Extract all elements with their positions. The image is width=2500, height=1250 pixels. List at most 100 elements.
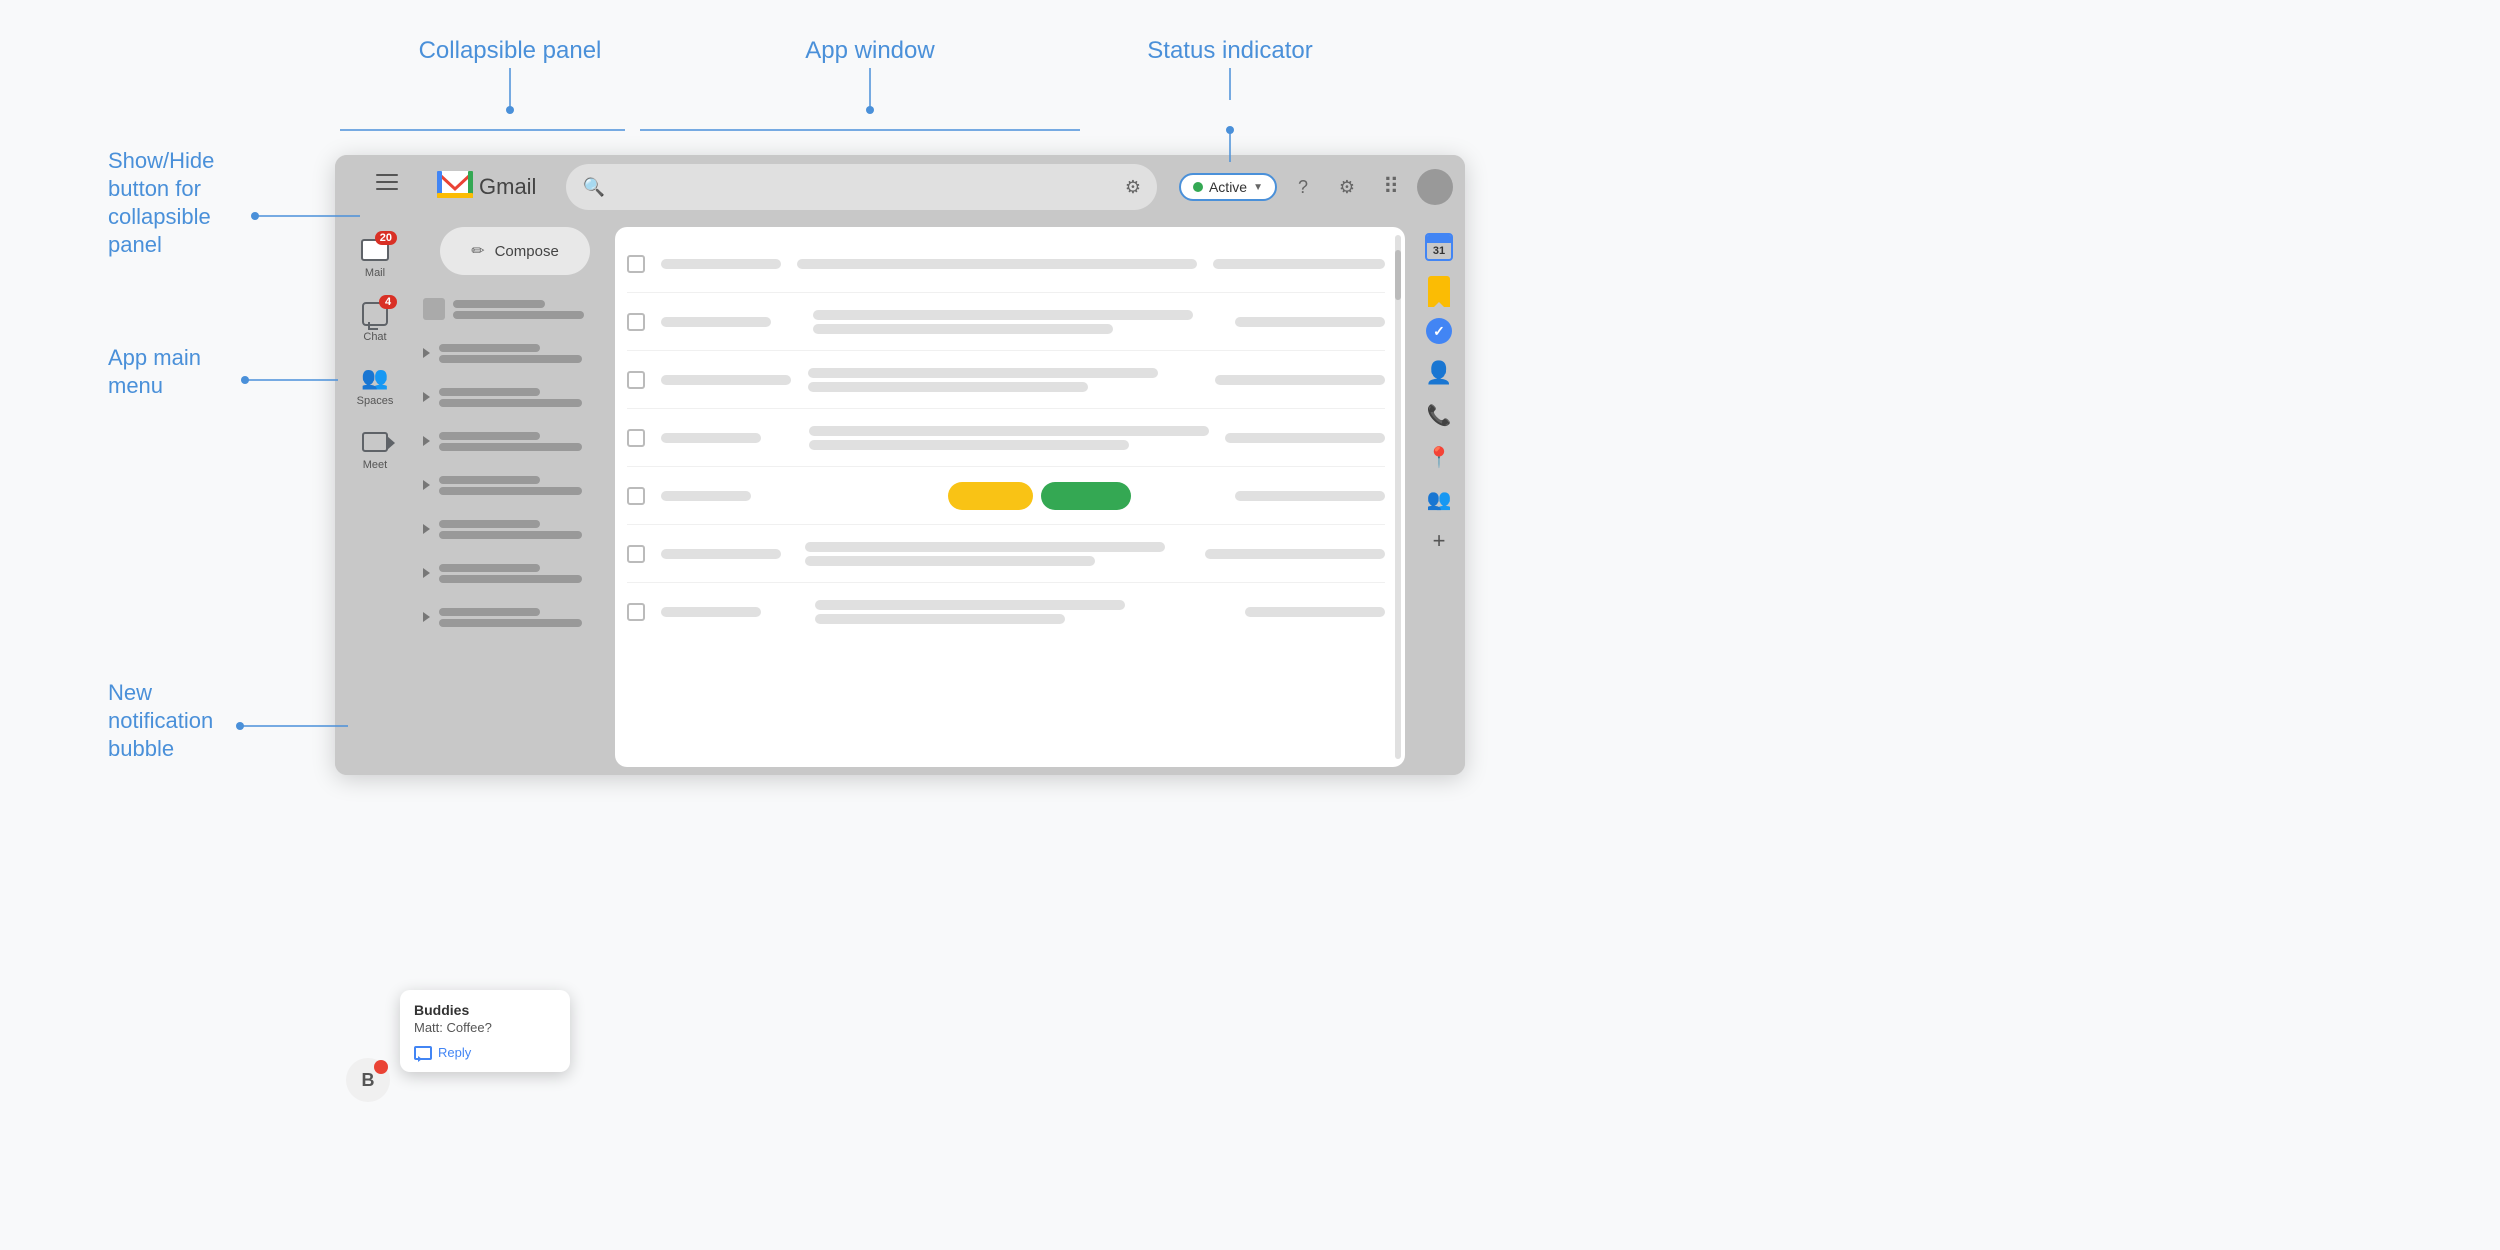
sidebar-keep-button[interactable] [1421, 271, 1457, 307]
email-row-7[interactable] [415, 551, 615, 595]
search-input[interactable] [613, 164, 1117, 210]
content-line [661, 491, 751, 501]
email-row-8[interactable] [415, 595, 615, 639]
email-row-1[interactable] [415, 287, 615, 331]
apps-button[interactable]: ⠿ [1373, 169, 1409, 205]
notification-red-dot [374, 1060, 388, 1074]
header-right: Active ▼ ? ⚙ ⠿ [1179, 169, 1453, 205]
nav-item-spaces[interactable]: 👥 Spaces [340, 355, 410, 415]
email-row-3[interactable] [415, 375, 615, 419]
app-main-menu: 20 Mail 4 Chat 👥 Spaces [335, 219, 415, 775]
search-bar[interactable]: 🔍 ⚙ [566, 164, 1157, 210]
app-window [615, 227, 1405, 767]
svg-text:button for: button for [108, 176, 201, 201]
row-line [453, 300, 545, 308]
row-line [439, 443, 582, 451]
checkbox[interactable] [627, 313, 645, 331]
compose-pencil-icon: ✏ [471, 241, 484, 261]
top-bar: Gmail 🔍 ⚙ Active ▼ ? ⚙ ⠿ [335, 155, 1465, 219]
email-row-4[interactable] [415, 419, 615, 463]
content-row-7[interactable] [627, 583, 1385, 641]
scrollbar-track[interactable] [1395, 235, 1401, 759]
content-row-2[interactable] [627, 293, 1385, 351]
sidebar-maps-button[interactable]: 📍 [1421, 439, 1457, 475]
row-lines [439, 432, 607, 451]
help-button[interactable]: ? [1285, 169, 1321, 205]
meet-phone-icon: 📞 [1427, 403, 1452, 428]
sidebar-add-button[interactable]: + [1421, 523, 1457, 559]
row-lines [439, 564, 607, 583]
reply-icon [414, 1046, 432, 1060]
email-row-2[interactable] [415, 331, 615, 375]
row-chevron-icon [423, 568, 431, 578]
checkbox[interactable] [627, 255, 645, 273]
row-line [439, 608, 540, 616]
svg-text:menu: menu [108, 373, 163, 398]
settings-button[interactable]: ⚙ [1329, 169, 1365, 205]
status-chevron: ▼ [1253, 182, 1263, 193]
content-lines [661, 259, 781, 269]
content-line [1245, 607, 1385, 617]
sidebar-calendar-button[interactable]: 31 [1421, 229, 1457, 265]
row-chevron-icon [423, 348, 431, 358]
nav-item-meet[interactable]: Meet [340, 419, 410, 479]
keep-icon [1428, 276, 1450, 302]
email-row-5[interactable] [415, 463, 615, 507]
content-line [805, 542, 1165, 552]
notification-bubble[interactable]: B [346, 1058, 390, 1102]
compose-button[interactable]: ✏ Compose [440, 227, 590, 275]
status-label: Active [1209, 179, 1247, 195]
sidebar-people-plus-button[interactable]: 👥 [1421, 481, 1457, 517]
content-row-1[interactable] [627, 235, 1385, 293]
content-line [1213, 259, 1385, 269]
content-line [1205, 549, 1385, 559]
checkbox[interactable] [627, 371, 645, 389]
nav-item-mail[interactable]: 20 Mail [340, 227, 410, 287]
row-lines [439, 344, 607, 363]
sidebar-meet-button[interactable]: 📞 [1421, 397, 1457, 433]
checkbox[interactable] [627, 545, 645, 563]
content-line [661, 317, 771, 327]
row-chevron-icon [423, 612, 431, 622]
email-row-6[interactable] [415, 507, 615, 551]
row-lines [439, 608, 607, 627]
content-line [1215, 375, 1385, 385]
row-line [439, 619, 582, 627]
content-lines [661, 549, 789, 559]
gmail-body: 20 Mail 4 Chat 👥 Spaces [335, 219, 1465, 775]
reply-label: Reply [438, 1045, 471, 1060]
checkbox[interactable] [627, 487, 645, 505]
content-row-3[interactable] [627, 351, 1385, 409]
row-line [439, 520, 540, 528]
svg-text:Collapsible panel: Collapsible panel [419, 37, 602, 64]
row-line [439, 344, 540, 352]
row-line [439, 432, 540, 440]
svg-text:App window: App window [805, 37, 935, 64]
content-line [1235, 491, 1385, 501]
reply-button[interactable]: Reply [414, 1045, 556, 1060]
checkbox[interactable] [627, 603, 645, 621]
svg-text:notification: notification [108, 708, 213, 733]
content-row-6[interactable] [627, 525, 1385, 583]
search-filter-icon[interactable]: ⚙ [1125, 177, 1141, 198]
svg-text:bubble: bubble [108, 736, 174, 761]
row-lines [439, 388, 607, 407]
status-button[interactable]: Active ▼ [1179, 173, 1277, 201]
scrollbar-thumb[interactable] [1395, 250, 1401, 300]
row-lines [439, 520, 607, 539]
sidebar-contacts-button[interactable]: 👤 [1421, 355, 1457, 391]
tag-yellow [948, 482, 1033, 510]
row-line [439, 564, 540, 572]
checkbox[interactable] [627, 429, 645, 447]
nav-item-chat[interactable]: 4 Chat [340, 291, 410, 351]
content-row-4[interactable] [627, 409, 1385, 467]
avatar[interactable] [1417, 169, 1453, 205]
content-row-5-with-tags[interactable] [627, 467, 1385, 525]
row-line [439, 388, 540, 396]
row-lines [439, 476, 607, 495]
sidebar-tasks-button[interactable]: ✓ [1421, 313, 1457, 349]
chat-label: Chat [363, 331, 386, 343]
content-line [661, 259, 781, 269]
svg-text:panel: panel [108, 232, 162, 257]
hamburger-button[interactable] [367, 162, 407, 202]
